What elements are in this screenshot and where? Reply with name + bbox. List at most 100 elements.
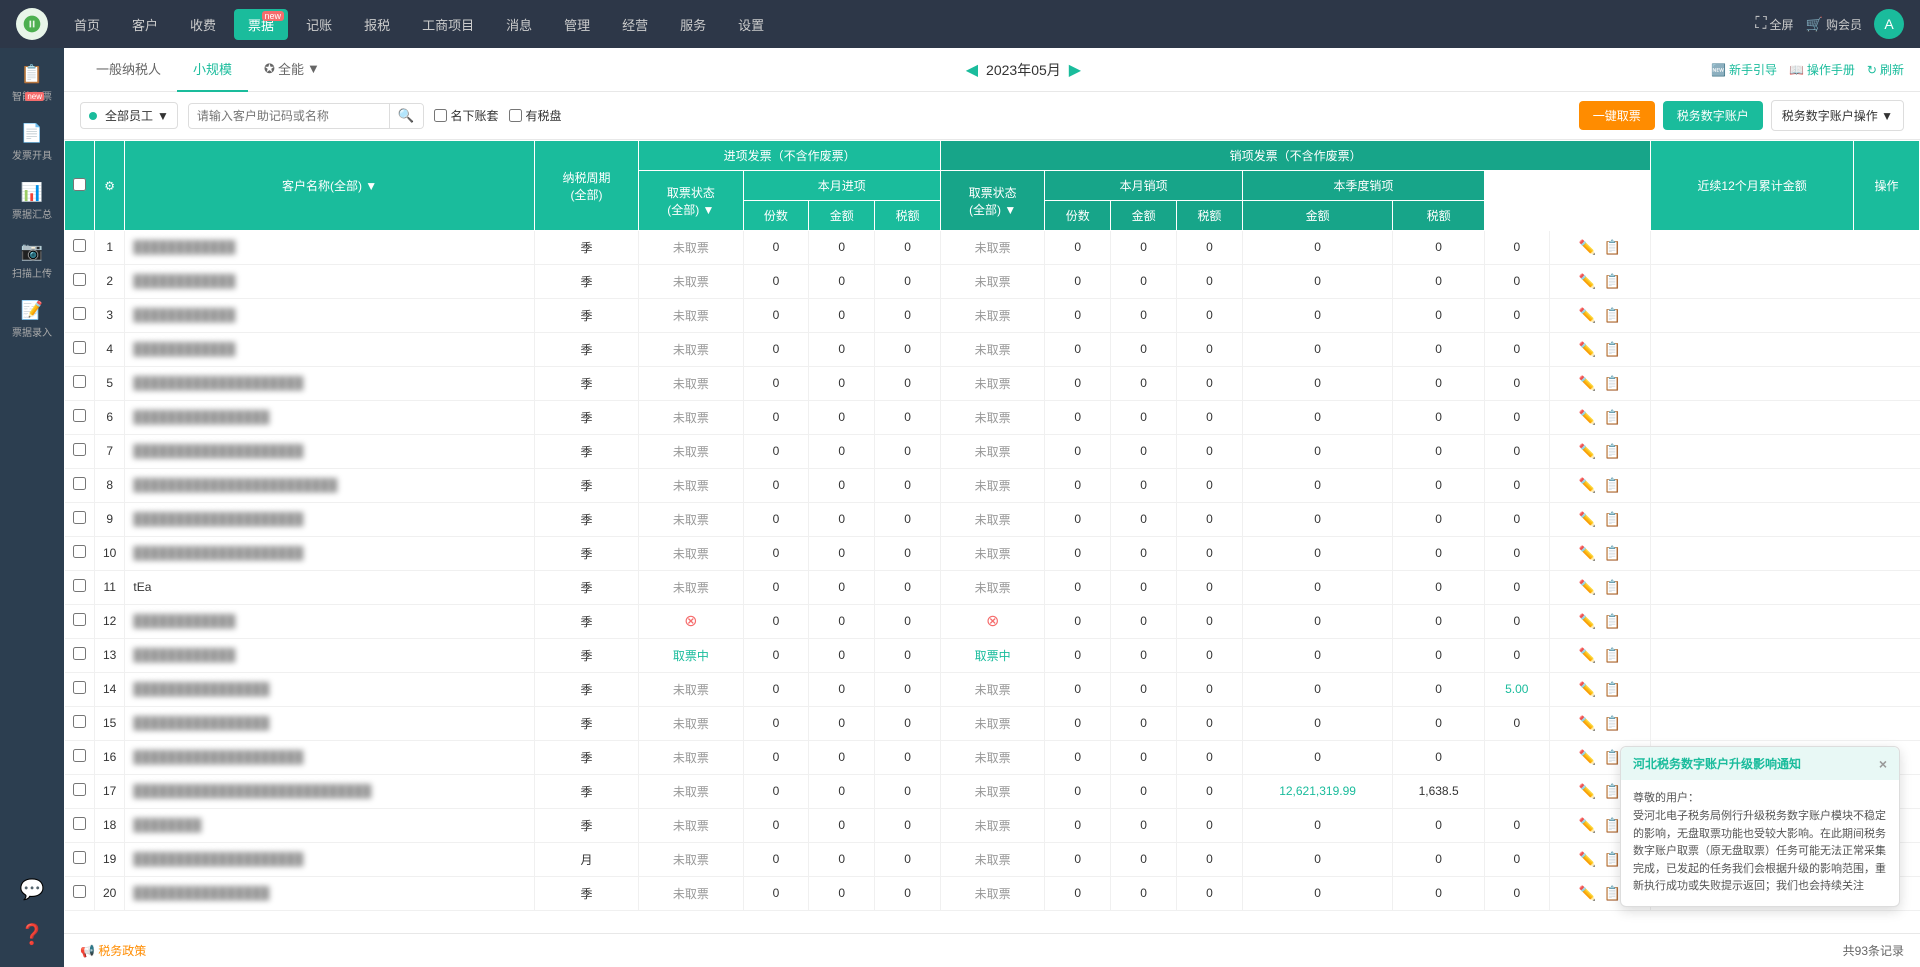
nav-invoice[interactable]: 票据 new: [234, 9, 288, 40]
notification-close-button[interactable]: ×: [1879, 756, 1887, 772]
tab-general[interactable]: 一般纳税人: [80, 48, 177, 92]
edit-button[interactable]: ✏️: [1577, 237, 1598, 258]
row-checkbox[interactable]: [73, 579, 86, 592]
edit-button[interactable]: ✏️: [1577, 645, 1598, 666]
row-checkbox[interactable]: [73, 273, 86, 286]
search-input[interactable]: [189, 105, 389, 127]
copy-button[interactable]: 📋: [1602, 475, 1623, 496]
edit-button[interactable]: ✏️: [1577, 475, 1598, 496]
client-name[interactable]: ████████████████: [125, 672, 534, 706]
client-name[interactable]: ████████████████████: [125, 740, 534, 774]
accumulate[interactable]: 5.00: [1484, 672, 1549, 706]
edit-button[interactable]: ✏️: [1577, 407, 1598, 428]
copy-button[interactable]: 📋: [1602, 407, 1623, 428]
nav-message[interactable]: 消息: [492, 9, 546, 40]
copy-button[interactable]: 📋: [1602, 509, 1623, 530]
copy-button[interactable]: 📋: [1602, 271, 1623, 292]
client-name[interactable]: ████████████: [125, 638, 534, 672]
user-avatar[interactable]: A: [1874, 9, 1904, 39]
sidebar-item-feedback[interactable]: 💬: [16, 869, 49, 910]
search-button[interactable]: 🔍: [389, 104, 423, 128]
row-checkbox[interactable]: [73, 477, 86, 490]
nav-income[interactable]: 收费: [176, 9, 230, 40]
row-checkbox[interactable]: [73, 783, 86, 796]
client-name[interactable]: ████████████: [125, 231, 534, 265]
edit-button[interactable]: ✏️: [1577, 679, 1598, 700]
under-ledger-checkbox[interactable]: 名下账套: [434, 107, 499, 124]
client-name[interactable]: ████████: [125, 808, 534, 842]
manual-link[interactable]: 📖 操作手册: [1789, 61, 1855, 78]
sidebar-item-invoice-summary[interactable]: 📊 票据汇总: [0, 174, 64, 229]
refresh-button[interactable]: ↻ 刷新: [1867, 61, 1904, 78]
tax-policy-link[interactable]: 📢 税务政策: [80, 942, 146, 959]
nav-accounting[interactable]: 记账: [292, 9, 346, 40]
edit-button[interactable]: ✏️: [1577, 611, 1598, 632]
client-name[interactable]: tEa: [125, 570, 534, 604]
client-name[interactable]: ████████████████████: [125, 434, 534, 468]
sidebar-item-smart-invoice[interactable]: 📋 智能取票new: [0, 56, 64, 111]
copy-button[interactable]: 📋: [1602, 237, 1623, 258]
nav-business[interactable]: 工商项目: [408, 9, 488, 40]
client-name[interactable]: ████████████████: [125, 876, 534, 910]
copy-button[interactable]: 📋: [1602, 611, 1623, 632]
row-checkbox[interactable]: [73, 341, 86, 354]
next-month-button[interactable]: ▶: [1069, 60, 1081, 80]
new-guide-link[interactable]: 🆕 新手引导: [1711, 61, 1777, 78]
row-checkbox[interactable]: [73, 681, 86, 694]
client-name[interactable]: ████████████████: [125, 400, 534, 434]
edit-button[interactable]: ✏️: [1577, 577, 1598, 598]
edit-button[interactable]: ✏️: [1577, 339, 1598, 360]
edit-button[interactable]: ✏️: [1577, 883, 1598, 904]
row-checkbox[interactable]: [73, 511, 86, 524]
edit-button[interactable]: ✏️: [1577, 713, 1598, 734]
nav-tax[interactable]: 报税: [350, 9, 404, 40]
copy-button[interactable]: 📋: [1602, 305, 1623, 326]
client-name[interactable]: ████████████████: [125, 706, 534, 740]
tab-all[interactable]: ✪ 全能 ▼: [248, 48, 336, 92]
copy-button[interactable]: 📋: [1602, 339, 1623, 360]
row-checkbox[interactable]: [73, 715, 86, 728]
nav-service[interactable]: 服务: [666, 9, 720, 40]
edit-button[interactable]: ✏️: [1577, 271, 1598, 292]
copy-button[interactable]: 📋: [1602, 373, 1623, 394]
tab-small[interactable]: 小规模: [177, 48, 248, 92]
edit-button[interactable]: ✏️: [1577, 543, 1598, 564]
tax-digital-operation-button[interactable]: 税务数字账户操作 ▼: [1771, 100, 1904, 131]
nav-client[interactable]: 客户: [118, 9, 172, 40]
client-name[interactable]: ████████████████████████████: [125, 774, 534, 808]
employee-select[interactable]: 全部员工 ▼: [80, 102, 178, 129]
row-checkbox[interactable]: [73, 307, 86, 320]
tax-digital-account-button[interactable]: 税务数字账户: [1663, 101, 1763, 130]
row-checkbox[interactable]: [73, 851, 86, 864]
sidebar-item-invoice-entry[interactable]: 📝 票据录入: [0, 292, 64, 347]
edit-button[interactable]: ✏️: [1577, 849, 1598, 870]
client-name[interactable]: ████████████: [125, 332, 534, 366]
row-checkbox[interactable]: [73, 885, 86, 898]
has-tax-input[interactable]: [509, 109, 522, 122]
client-name[interactable]: ████████████████████: [125, 536, 534, 570]
edit-button[interactable]: ✏️: [1577, 373, 1598, 394]
copy-button[interactable]: 📋: [1602, 577, 1623, 598]
edit-button[interactable]: ✏️: [1577, 441, 1598, 462]
copy-button[interactable]: 📋: [1602, 713, 1623, 734]
row-checkbox[interactable]: [73, 613, 86, 626]
edit-button[interactable]: ✏️: [1577, 747, 1598, 768]
sidebar-item-help[interactable]: ❓: [16, 914, 49, 955]
edit-button[interactable]: ✏️: [1577, 815, 1598, 836]
nav-management[interactable]: 管理: [550, 9, 604, 40]
prev-month-button[interactable]: ◀: [966, 60, 978, 80]
under-ledger-input[interactable]: [434, 109, 447, 122]
client-name[interactable]: ████████████████████████: [125, 468, 534, 502]
edit-button[interactable]: ✏️: [1577, 305, 1598, 326]
edit-button[interactable]: ✏️: [1577, 509, 1598, 530]
client-name[interactable]: ████████████████████: [125, 502, 534, 536]
select-all-checkbox[interactable]: [73, 178, 86, 191]
row-checkbox[interactable]: [73, 409, 86, 422]
nav-home[interactable]: 首页: [60, 9, 114, 40]
client-name[interactable]: ████████████: [125, 604, 534, 638]
one-key-get-button[interactable]: 一键取票: [1579, 101, 1655, 130]
copy-button[interactable]: 📋: [1602, 645, 1623, 666]
row-checkbox[interactable]: [73, 749, 86, 762]
client-name[interactable]: ████████████████████: [125, 842, 534, 876]
copy-button[interactable]: 📋: [1602, 441, 1623, 462]
